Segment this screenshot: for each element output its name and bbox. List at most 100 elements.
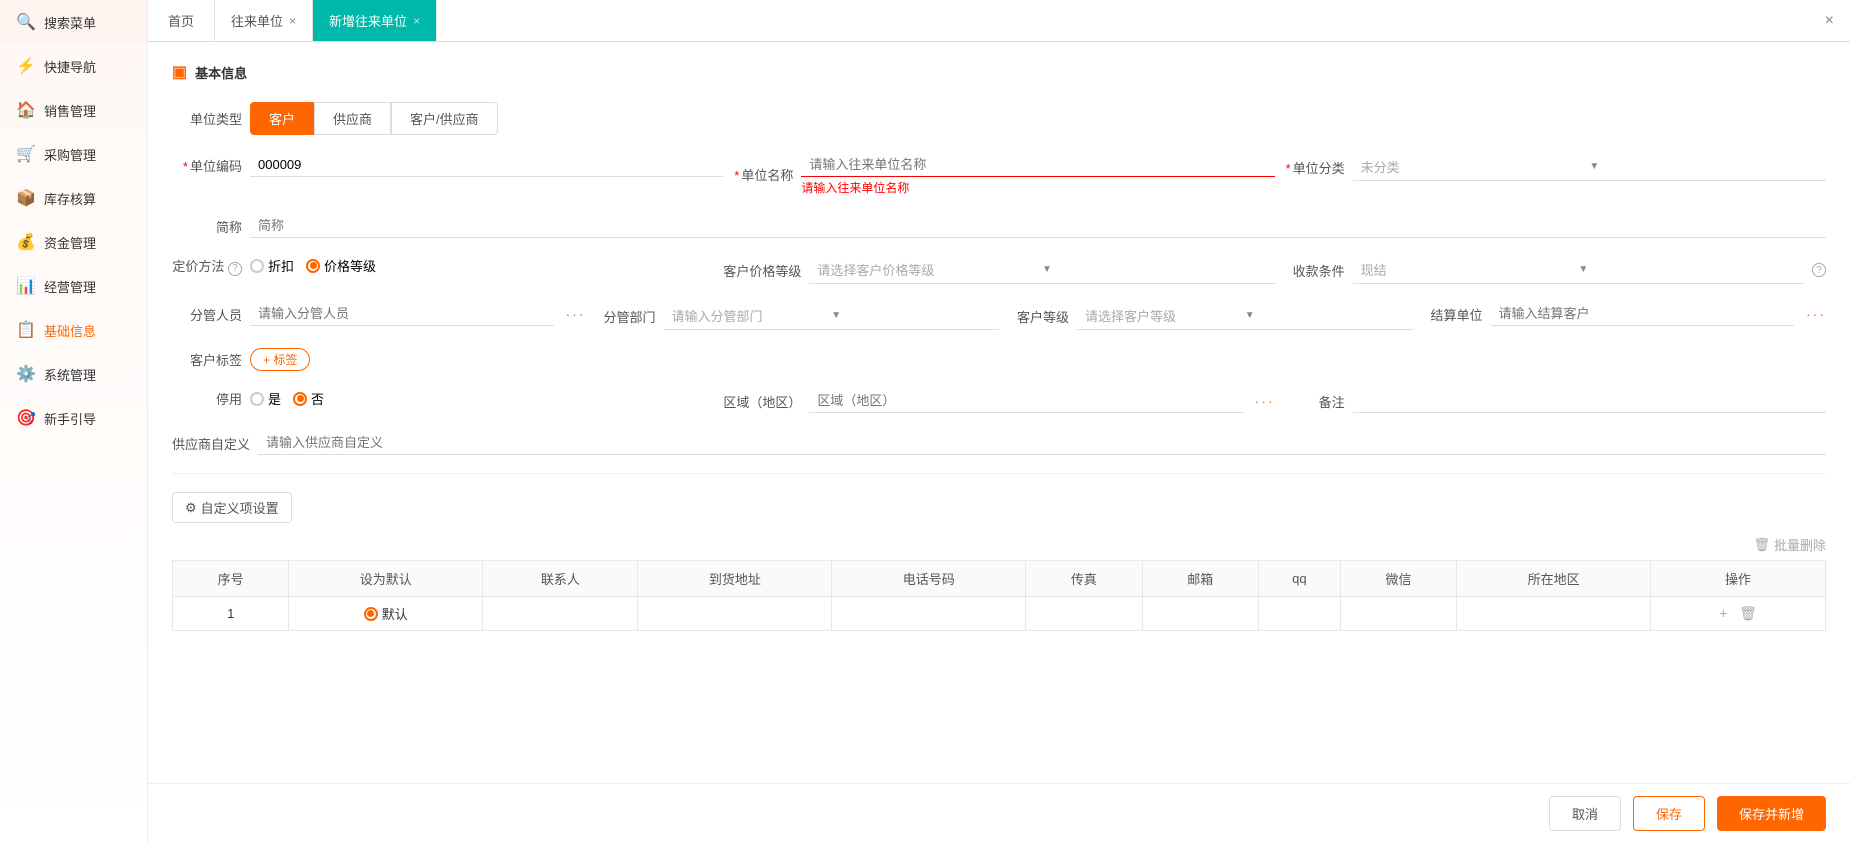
radio-discount[interactable]: 折扣: [250, 256, 294, 275]
unit-type-row: 单位类型 客户 供应商 客户/供应商: [172, 102, 1826, 135]
col-action: 操作: [1651, 561, 1826, 597]
customer-price-field: 客户价格等级 请选择客户价格等级 ▼: [723, 256, 1274, 284]
row-add-button[interactable]: +: [1715, 603, 1731, 623]
save-button[interactable]: 保存: [1633, 796, 1705, 831]
payment-help-icon[interactable]: ?: [1812, 263, 1826, 277]
note-input[interactable]: [1353, 389, 1826, 413]
unit-category-select[interactable]: 未分类 ▼: [1353, 153, 1826, 181]
sidebar-label-inventory: 库存核算: [44, 189, 96, 208]
department-select[interactable]: 请输入分管部门 ▼: [664, 302, 1000, 330]
customer-level-select[interactable]: 请选择客户等级 ▼: [1077, 302, 1413, 330]
purchase-icon: 🛒: [16, 144, 36, 164]
pricing-radio-group: 折扣 价格等级: [250, 256, 376, 275]
region-more-icon[interactable]: ···: [1255, 393, 1275, 409]
cell-email: [1142, 597, 1258, 631]
radio-inner-no: [297, 395, 304, 402]
chevron-down-payment: ▼: [1578, 264, 1796, 275]
sidebar: 🔍 搜索菜单 ⚡ 快捷导航 🏠 销售管理 🛒 采购管理 📦 库存核算 💰 资金管…: [0, 0, 148, 843]
unit-type-field: 单位类型 客户 供应商 客户/供应商: [172, 102, 1826, 135]
unit-info-row: *单位编码 *单位名称 请输入往来单位名称 *单位分类 未分类: [172, 153, 1826, 196]
tab-new-partner-close[interactable]: ×: [413, 14, 420, 28]
tab-home[interactable]: 首页: [148, 0, 215, 41]
sidebar-item-basic[interactable]: 📋 基础信息: [0, 308, 147, 352]
cancel-button[interactable]: 取消: [1549, 796, 1621, 831]
add-tag-button[interactable]: + 标签: [250, 348, 310, 371]
settlement-label: 结算单位: [1413, 305, 1483, 324]
sidebar-item-search[interactable]: 🔍 搜索菜单: [0, 0, 147, 44]
chevron-down-price: ▼: [1042, 264, 1267, 275]
sidebar-item-sales[interactable]: 🏠 销售管理: [0, 88, 147, 132]
sidebar-label-purchase: 采购管理: [44, 145, 96, 164]
cell-wechat: [1340, 597, 1456, 631]
sidebar-label-quicknav: 快捷导航: [44, 57, 96, 76]
tab-partner[interactable]: 往来单位 ×: [215, 0, 313, 41]
sidebar-item-operations[interactable]: 📊 经营管理: [0, 264, 147, 308]
sidebar-label-search: 搜索菜单: [44, 13, 96, 32]
col-default: 设为默认: [289, 561, 483, 597]
abbr-field: 简称: [172, 214, 1826, 238]
settlement-input[interactable]: [1491, 302, 1795, 326]
pricing-row: 定价方法 ? 折扣 价格等级 客户价格: [172, 256, 1826, 284]
col-email: 邮箱: [1142, 561, 1258, 597]
radio-grade[interactable]: 价格等级: [306, 256, 376, 275]
unit-code-field: *单位编码: [172, 153, 723, 177]
payment-terms-select[interactable]: 现结 ▼: [1353, 256, 1804, 284]
footer: 取消 保存 保存并新增: [148, 783, 1850, 843]
sidebar-item-quicknav[interactable]: ⚡ 快捷导航: [0, 44, 147, 88]
unit-name-error: 请输入往来单位名称: [801, 179, 1274, 196]
supplier-custom-row: 供应商自定义: [172, 431, 1826, 455]
unit-name-input[interactable]: [801, 153, 1274, 177]
close-all-button[interactable]: ×: [1825, 12, 1834, 30]
type-btn-customer[interactable]: 客户: [250, 102, 314, 135]
sidebar-label-system: 系统管理: [44, 365, 96, 384]
radio-inner-grade: [310, 262, 317, 269]
basic-icon: 📋: [16, 320, 36, 340]
sidebar-item-system[interactable]: ⚙️ 系统管理: [0, 352, 147, 396]
manager-more-icon[interactable]: ···: [566, 306, 586, 322]
radio-outer-grade: [306, 259, 320, 273]
supplier-custom-input[interactable]: [258, 431, 1826, 455]
tab-new-partner[interactable]: 新增往来单位 ×: [313, 0, 437, 41]
unit-code-input[interactable]: [250, 153, 723, 177]
radio-no[interactable]: 否: [293, 389, 324, 408]
manager-input[interactable]: [250, 302, 554, 326]
batch-delete-button[interactable]: 🗑 批量删除: [172, 535, 1826, 554]
sidebar-label-basic: 基础信息: [44, 321, 96, 340]
type-btn-supplier[interactable]: 供应商: [314, 102, 391, 135]
department-field: 分管部门 请输入分管部门 ▼: [586, 302, 1000, 330]
customer-price-select[interactable]: 请选择客户价格等级 ▼: [809, 256, 1274, 284]
radio-yes[interactable]: 是: [250, 389, 281, 408]
sidebar-item-purchase[interactable]: 🛒 采购管理: [0, 132, 147, 176]
settlement-more-icon[interactable]: ···: [1806, 306, 1826, 322]
radio-outer-no: [293, 392, 307, 406]
default-radio[interactable]: 默认: [295, 604, 476, 623]
cell-fax: [1026, 597, 1142, 631]
payment-terms-field: 收款条件 现结 ▼ ?: [1275, 256, 1826, 284]
settlement-field: 结算单位 ···: [1413, 302, 1827, 326]
manager-label: 分管人员: [172, 305, 242, 324]
sidebar-item-guide[interactable]: 🎯 新手引导: [0, 396, 147, 440]
cell-action: + 🗑: [1651, 597, 1826, 631]
region-input[interactable]: [809, 389, 1242, 413]
custom-settings-button[interactable]: ⚙ 自定义项设置: [172, 492, 292, 523]
abbr-input[interactable]: [250, 214, 1826, 238]
tags-label: 客户标签: [172, 350, 242, 369]
region-field: 区域（地区） ···: [723, 389, 1274, 413]
region-label: 区域（地区）: [723, 392, 801, 411]
content-area: ▣ 基本信息 单位类型 客户 供应商 客户/供应商 *单位编码: [148, 42, 1850, 783]
unit-category-field: *单位分类 未分类 ▼: [1275, 153, 1826, 181]
gear-icon: ⚙: [185, 500, 197, 516]
col-phone: 电话号码: [832, 561, 1026, 597]
row-delete-button[interactable]: 🗑: [1735, 603, 1761, 624]
pricing-help-icon[interactable]: ?: [228, 262, 242, 276]
sidebar-item-finance[interactable]: 💰 资金管理: [0, 220, 147, 264]
cell-qq: [1258, 597, 1340, 631]
save-new-button[interactable]: 保存并新增: [1717, 796, 1826, 831]
sales-icon: 🏠: [16, 100, 36, 120]
type-btn-both[interactable]: 客户/供应商: [391, 102, 498, 135]
tab-bar: 首页 往来单位 × 新增往来单位 × ×: [148, 0, 1850, 42]
tags-row: 客户标签 + 标签: [172, 348, 1826, 371]
sidebar-item-inventory[interactable]: 📦 库存核算: [0, 176, 147, 220]
tab-partner-close[interactable]: ×: [289, 14, 296, 28]
manager-field: 分管人员 ···: [172, 302, 586, 326]
